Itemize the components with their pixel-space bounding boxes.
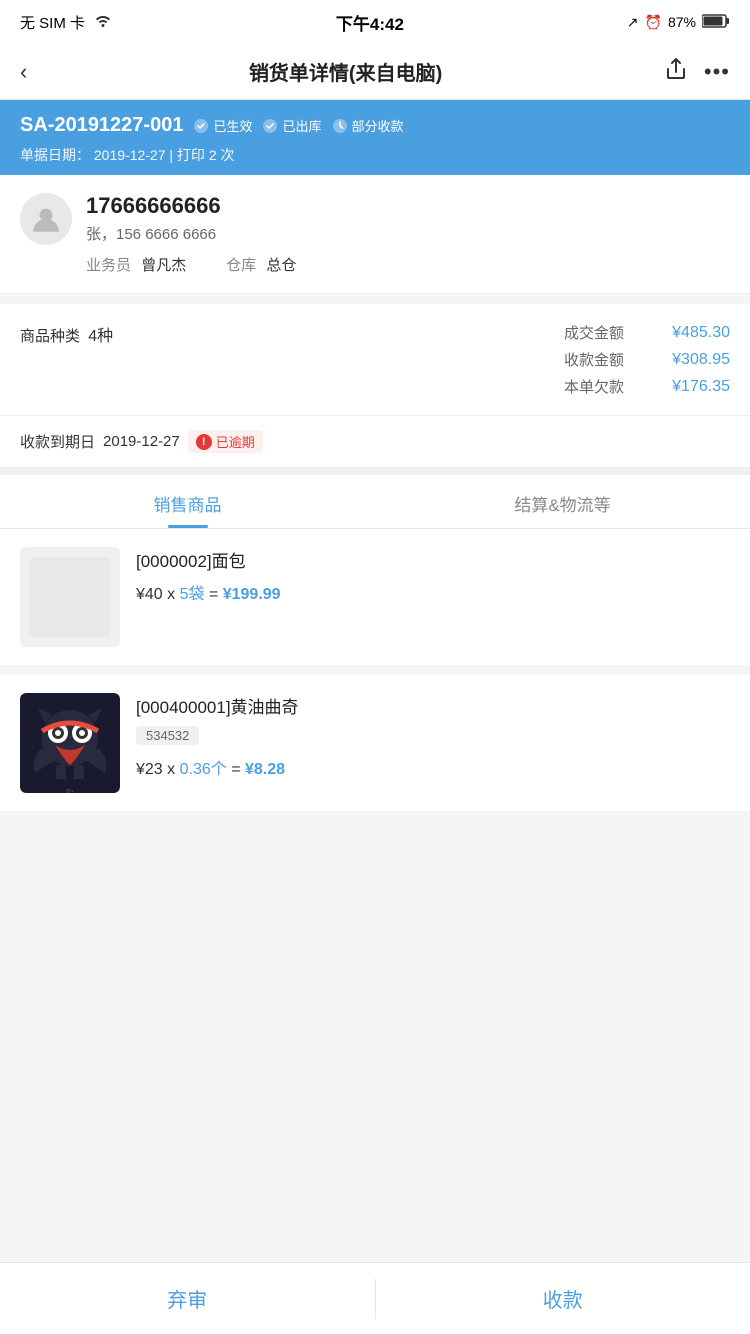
- product-price-cookie: ¥23 x 0.36个 = ¥8.28: [136, 755, 730, 779]
- product-sku-cookie: 534532: [136, 726, 199, 745]
- received-amount-value: ¥308.95: [640, 351, 730, 369]
- received-amount-label: 收款金额: [564, 349, 624, 370]
- status-time: 下午4:42: [336, 10, 404, 35]
- product-price-bread: ¥40 x 5袋 = ¥199.99: [136, 580, 730, 604]
- due-date-value: 2019-12-27: [103, 433, 180, 450]
- cancel-audit-button[interactable]: 弃审: [0, 1266, 375, 1331]
- customer-avatar: [20, 193, 72, 245]
- customer-info: 17666666666 张，156 6666 6666 业务员 曾凡杰 仓库 总…: [86, 193, 730, 275]
- nav-right: •••: [664, 57, 730, 87]
- overdue-badge: ! 已逾期: [188, 430, 263, 453]
- product-name-bread: [0000002]面包: [136, 547, 730, 572]
- debt-amount-value: ¥176.35: [640, 378, 730, 396]
- location-icon: ↗: [627, 14, 639, 31]
- tab-sales-products[interactable]: 销售商品: [0, 475, 375, 528]
- share-icon[interactable]: [664, 57, 688, 87]
- nav-left: ‹: [20, 59, 27, 85]
- product-thumb-bread: [20, 547, 120, 647]
- wifi-icon: [93, 13, 113, 31]
- product-item: 智+ [000400001]黄油曲奇 534532 ¥23 x 0.36个 = …: [0, 675, 750, 811]
- battery-text: 87%: [668, 14, 696, 30]
- customer-section: 17666666666 张，156 6666 6666 业务员 曾凡杰 仓库 总…: [0, 175, 750, 294]
- deal-amount-value: ¥485.30: [640, 324, 730, 342]
- carrier-text: 无 SIM 卡: [20, 12, 85, 33]
- product-name-cookie: [000400001]黄油曲奇: [136, 693, 730, 718]
- status-left: 无 SIM 卡: [20, 12, 113, 33]
- collect-payment-button[interactable]: 收款: [376, 1266, 750, 1331]
- debt-amount-row: 本单欠款 ¥176.35: [564, 376, 730, 397]
- product-details-cookie: [000400001]黄油曲奇 534532 ¥23 x 0.36个 = ¥8.…: [136, 693, 730, 779]
- more-icon[interactable]: •••: [704, 59, 730, 85]
- stats-right: 成交金额 ¥485.30 收款金额 ¥308.95 本单欠款 ¥176.35: [564, 322, 730, 397]
- debt-amount-label: 本单欠款: [564, 376, 624, 397]
- bread-image-placeholder: [30, 557, 110, 637]
- product-list: [0000002]面包 ¥40 x 5袋 = ¥199.99: [0, 529, 750, 893]
- customer-phone: 张，156 6666 6666: [86, 223, 730, 244]
- product-item: [0000002]面包 ¥40 x 5袋 = ¥199.99: [0, 529, 750, 665]
- deal-amount-row: 成交金额 ¥485.30: [564, 322, 730, 343]
- warehouse-info: 仓库 总仓: [226, 254, 296, 275]
- tab-settlement-logistics[interactable]: 结算&物流等: [375, 475, 750, 528]
- due-date-section: 收款到期日 2019-12-27 ! 已逾期: [0, 416, 750, 475]
- order-id: SA-20191227-001: [20, 114, 183, 137]
- svg-text:智+: 智+: [66, 788, 74, 793]
- overdue-icon: !: [196, 434, 212, 450]
- alarm-icon: ⏰: [645, 14, 662, 31]
- status-bar: 无 SIM 卡 下午4:42 ↗ ⏰ 87%: [0, 0, 750, 44]
- badge-shipped: 已出库: [262, 116, 321, 135]
- stats-left: 商品种类 4种: [20, 322, 113, 346]
- doc-date-row: 单据日期： 2019-12-27 | 打印 2 次: [20, 145, 730, 165]
- product-thumb-cookie: 智+: [20, 693, 120, 793]
- back-button[interactable]: ‹: [20, 59, 27, 85]
- sales-info: 业务员 曾凡杰: [86, 254, 186, 275]
- banner-row1: SA-20191227-001 已生效 已出库 部分收款: [20, 114, 730, 137]
- due-date-label: 收款到期日: [20, 431, 95, 452]
- category-count: 4种: [88, 328, 113, 345]
- tabs: 销售商品 结算&物流等: [0, 475, 750, 529]
- header-banner: SA-20191227-001 已生效 已出库 部分收款 单据日期： 2019-…: [0, 100, 750, 175]
- overdue-text: 已逾期: [216, 432, 255, 451]
- page-title: 销货单详情(来自电脑): [249, 57, 442, 86]
- deal-amount-label: 成交金额: [564, 322, 624, 343]
- status-right: ↗ ⏰ 87%: [627, 14, 730, 31]
- nav-bar: ‹ 销货单详情(来自电脑) •••: [0, 44, 750, 100]
- battery-icon: [702, 14, 730, 31]
- received-amount-row: 收款金额 ¥308.95: [564, 349, 730, 370]
- stats-section: 商品种类 4种 成交金额 ¥485.30 收款金额 ¥308.95 本单欠款 ¥…: [0, 304, 750, 416]
- product-details-bread: [0000002]面包 ¥40 x 5袋 = ¥199.99: [136, 547, 730, 604]
- customer-meta: 业务员 曾凡杰 仓库 总仓: [86, 254, 730, 275]
- badge-effective: 已生效: [193, 116, 252, 135]
- bottom-bar: 弃审 收款: [0, 1262, 750, 1334]
- badge-partial-payment: 部分收款: [332, 116, 404, 135]
- customer-name: 17666666666: [86, 193, 730, 219]
